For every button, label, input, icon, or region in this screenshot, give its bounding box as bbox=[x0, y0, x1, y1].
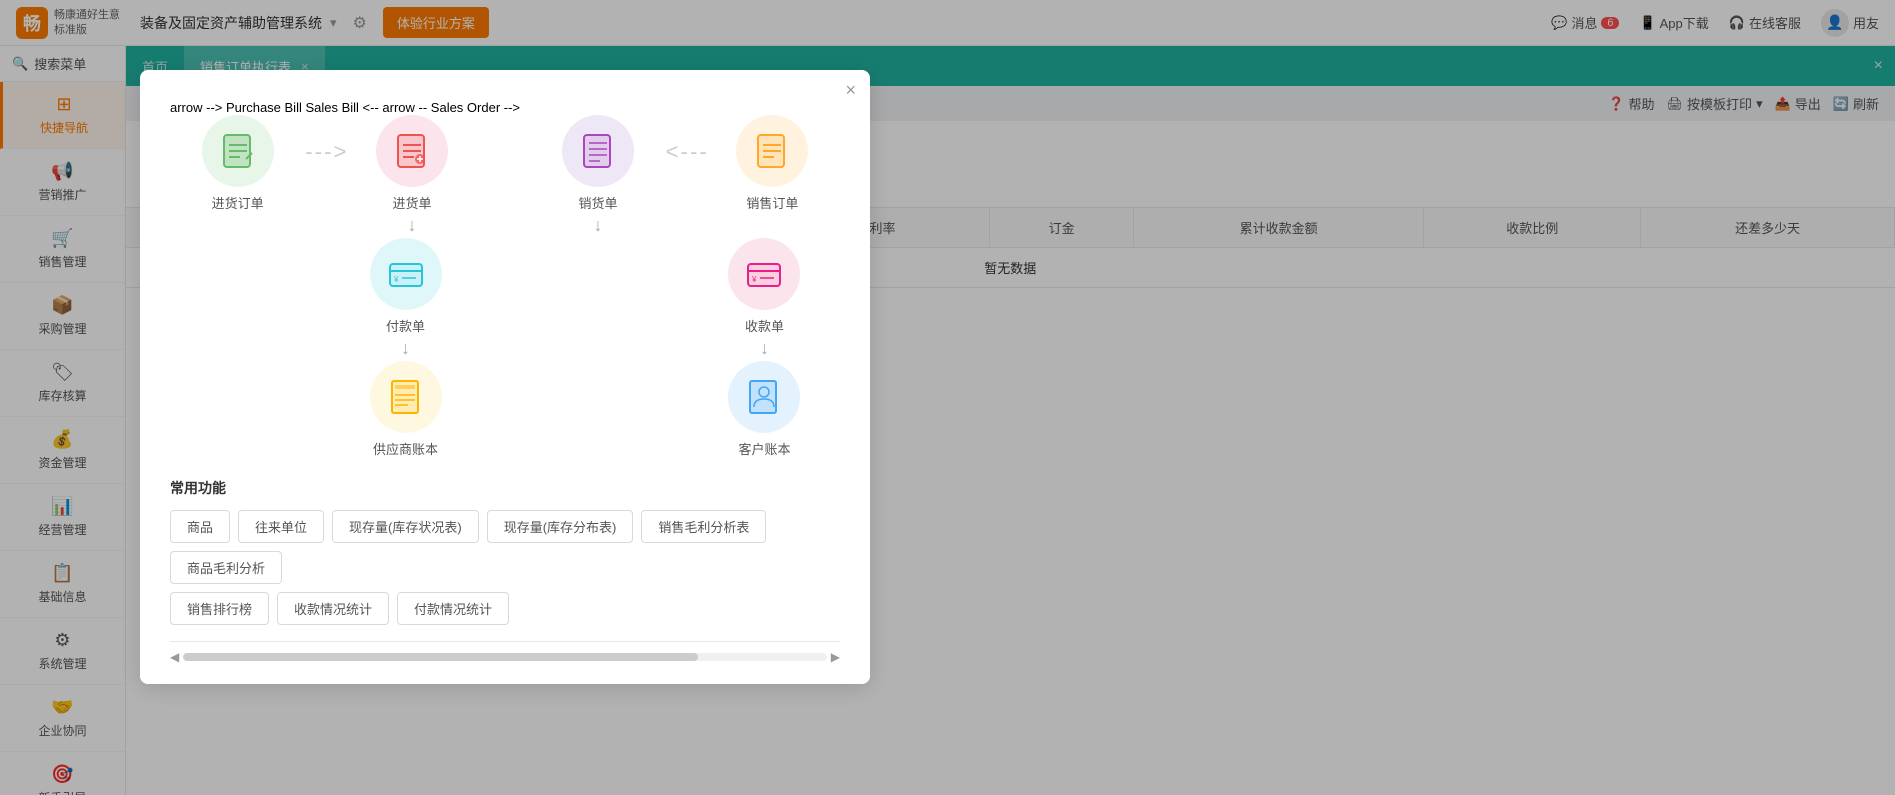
func-buttons-row2: 销售排行榜 收款情况统计 付款情况统计 bbox=[170, 592, 840, 625]
receipt-bill-node[interactable]: ¥ bbox=[728, 238, 800, 310]
modal-overlay[interactable]: × arrow --> Purchase Bill Sales Bill <--… bbox=[0, 0, 1895, 795]
func-btn-receipt-stats[interactable]: 收款情况统计 bbox=[277, 592, 389, 625]
modal-close-button[interactable]: × bbox=[845, 80, 856, 101]
purchase-order-node[interactable] bbox=[202, 115, 274, 187]
svg-text:¥: ¥ bbox=[751, 275, 757, 284]
sales-order-label: 销售订单 bbox=[746, 193, 798, 212]
scroll-left-icon[interactable]: ◀ bbox=[170, 650, 179, 664]
arrow-down-4: ↓ bbox=[760, 339, 769, 357]
modal-scrollbar: ◀ ▶ bbox=[170, 641, 840, 664]
customer-account-label: 客户账本 bbox=[738, 439, 790, 458]
func-btn-payment-stats[interactable]: 付款情况统计 bbox=[397, 592, 509, 625]
receipt-bill-icon: ¥ bbox=[744, 254, 784, 294]
sales-order-node[interactable] bbox=[736, 115, 808, 187]
customer-account-node[interactable] bbox=[728, 361, 800, 433]
arrow-down-2: ↓ bbox=[593, 216, 602, 234]
sales-bill-label: 销货单 bbox=[578, 193, 617, 212]
func-btn-stock-status[interactable]: 现存量(库存状况表) bbox=[332, 510, 479, 543]
func-btn-sales-profit-analysis[interactable]: 销售毛利分析表 bbox=[641, 510, 766, 543]
purchase-bill-node[interactable] bbox=[376, 115, 448, 187]
purchase-bill-label: 进货单 bbox=[393, 193, 432, 212]
svg-text:¥: ¥ bbox=[393, 275, 399, 284]
sales-bill-icon bbox=[578, 131, 618, 171]
supplier-account-icon bbox=[386, 377, 426, 417]
supplier-account-node[interactable] bbox=[370, 361, 442, 433]
payment-bill-node[interactable]: ¥ bbox=[370, 238, 442, 310]
scrollbar-track[interactable] bbox=[183, 653, 827, 661]
func-btn-goods-profit[interactable]: 商品毛利分析 bbox=[170, 551, 282, 584]
arrow-down-1: ↓ bbox=[408, 216, 417, 234]
customer-account-icon bbox=[744, 377, 784, 417]
sales-order-icon bbox=[752, 131, 792, 171]
arrow-down-3: ↓ bbox=[401, 339, 410, 357]
flow-diagram: arrow --> Purchase Bill Sales Bill <-- a… bbox=[170, 100, 840, 458]
payment-bill-label: 付款单 bbox=[386, 316, 425, 335]
payment-bill-icon: ¥ bbox=[386, 254, 426, 294]
func-buttons-row1: 商品 往来单位 现存量(库存状况表) 现存量(库存分布表) 销售毛利分析表 商品… bbox=[170, 510, 840, 584]
receipt-bill-label: 收款单 bbox=[745, 316, 784, 335]
common-functions-section: 常用功能 商品 往来单位 现存量(库存状况表) 现存量(库存分布表) 销售毛利分… bbox=[170, 478, 840, 625]
func-btn-stock-dist[interactable]: 现存量(库存分布表) bbox=[487, 510, 634, 543]
purchase-order-icon bbox=[218, 131, 258, 171]
func-btn-goods[interactable]: 商品 bbox=[170, 510, 230, 543]
func-btn-contacts[interactable]: 往来单位 bbox=[238, 510, 324, 543]
flow-modal: × arrow --> Purchase Bill Sales Bill <--… bbox=[140, 70, 870, 684]
supplier-account-label: 供应商账本 bbox=[373, 439, 438, 458]
sales-bill-node[interactable] bbox=[562, 115, 634, 187]
func-btn-sales-rank[interactable]: 销售排行榜 bbox=[170, 592, 269, 625]
scrollbar-thumb bbox=[183, 653, 698, 661]
purchase-bill-icon bbox=[392, 131, 432, 171]
scroll-right-icon[interactable]: ▶ bbox=[831, 650, 840, 664]
common-func-title: 常用功能 bbox=[170, 478, 840, 498]
purchase-order-label: 进货订单 bbox=[212, 193, 264, 212]
